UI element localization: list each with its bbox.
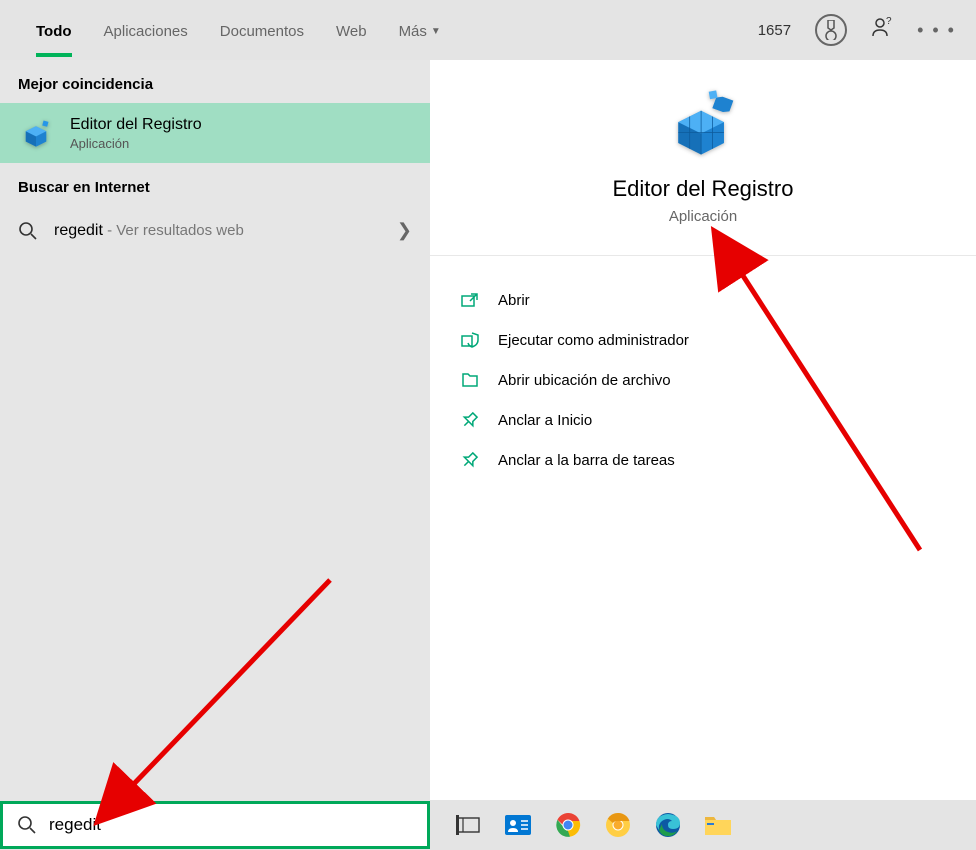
svg-text:?: ? [886, 16, 892, 27]
taskbar-apps [430, 811, 732, 839]
edge-icon[interactable] [654, 811, 682, 839]
tabs-right-group: 1657 ? • • • [758, 14, 956, 46]
open-icon [460, 290, 480, 310]
search-icon [17, 815, 37, 835]
main-area: Mejor coincidencia Editor del Registro A… [0, 60, 976, 800]
result-text-wrap: Editor del Registro Aplicación [70, 116, 412, 151]
action-run-admin-label: Ejecutar como administrador [498, 332, 689, 349]
action-pin-taskbar-label: Anclar a la barra de tareas [498, 452, 675, 469]
detail-panel: Editor del Registro Aplicación Abrir Eje… [430, 60, 976, 800]
action-pin-start[interactable]: Anclar a Inicio [460, 400, 946, 440]
result-subtitle: Aplicación [70, 136, 412, 151]
file-explorer-icon[interactable] [704, 811, 732, 839]
search-box[interactable] [0, 801, 430, 849]
web-search-result[interactable]: regedit - Ver resultados web ❯ [0, 206, 430, 255]
results-panel: Mejor coincidencia Editor del Registro A… [0, 60, 430, 800]
action-pin-start-label: Anclar a Inicio [498, 412, 592, 429]
actions-list: Abrir Ejecutar como administrador Abrir … [430, 256, 976, 504]
detail-app-icon [663, 90, 743, 160]
best-match-result[interactable]: Editor del Registro Aplicación [0, 103, 430, 163]
tab-documents[interactable]: Documentos [204, 5, 320, 55]
web-search-text: regedit - Ver resultados web [54, 222, 244, 240]
tab-web[interactable]: Web [320, 5, 383, 55]
taskbar [0, 800, 976, 850]
shield-icon [460, 330, 480, 350]
detail-subtitle: Aplicación [460, 208, 946, 225]
rewards-medal-icon[interactable] [815, 14, 847, 46]
action-pin-taskbar[interactable]: Anclar a la barra de tareas [460, 440, 946, 480]
pin-icon [460, 450, 480, 470]
chrome-canary-icon[interactable] [604, 811, 632, 839]
action-open-label: Abrir [498, 292, 530, 309]
account-icon[interactable]: ? [871, 16, 893, 44]
web-search-header: Buscar en Internet [0, 163, 430, 206]
result-title: Editor del Registro [70, 116, 412, 134]
action-open[interactable]: Abrir [460, 280, 946, 320]
tab-apps[interactable]: Aplicaciones [88, 5, 204, 55]
chevron-right-icon: ❯ [397, 220, 412, 241]
chevron-down-icon: ▼ [431, 26, 441, 37]
search-icon [18, 221, 38, 241]
task-view-icon[interactable] [454, 811, 482, 839]
best-match-header: Mejor coincidencia [0, 60, 430, 103]
search-input[interactable] [49, 815, 413, 835]
action-open-location-label: Abrir ubicación de archivo [498, 372, 671, 389]
more-options-icon[interactable]: • • • [917, 20, 956, 41]
tab-more[interactable]: Más ▼ [383, 5, 457, 55]
filter-tabs: Todo Aplicaciones Documentos Web Más ▼ 1… [0, 0, 976, 60]
web-search-suffix: - Ver resultados web [103, 222, 244, 239]
rewards-points: 1657 [758, 22, 791, 39]
chrome-icon[interactable] [554, 811, 582, 839]
pin-icon [460, 410, 480, 430]
registry-editor-icon [18, 115, 54, 151]
detail-title: Editor del Registro [460, 176, 946, 202]
detail-header: Editor del Registro Aplicación [430, 90, 976, 256]
folder-icon [460, 370, 480, 390]
action-open-location[interactable]: Abrir ubicación de archivo [460, 360, 946, 400]
contact-card-icon[interactable] [504, 811, 532, 839]
action-run-admin[interactable]: Ejecutar como administrador [460, 320, 946, 360]
web-search-term: regedit [54, 222, 103, 239]
tab-all[interactable]: Todo [20, 5, 88, 55]
tab-more-label: Más [399, 23, 427, 40]
